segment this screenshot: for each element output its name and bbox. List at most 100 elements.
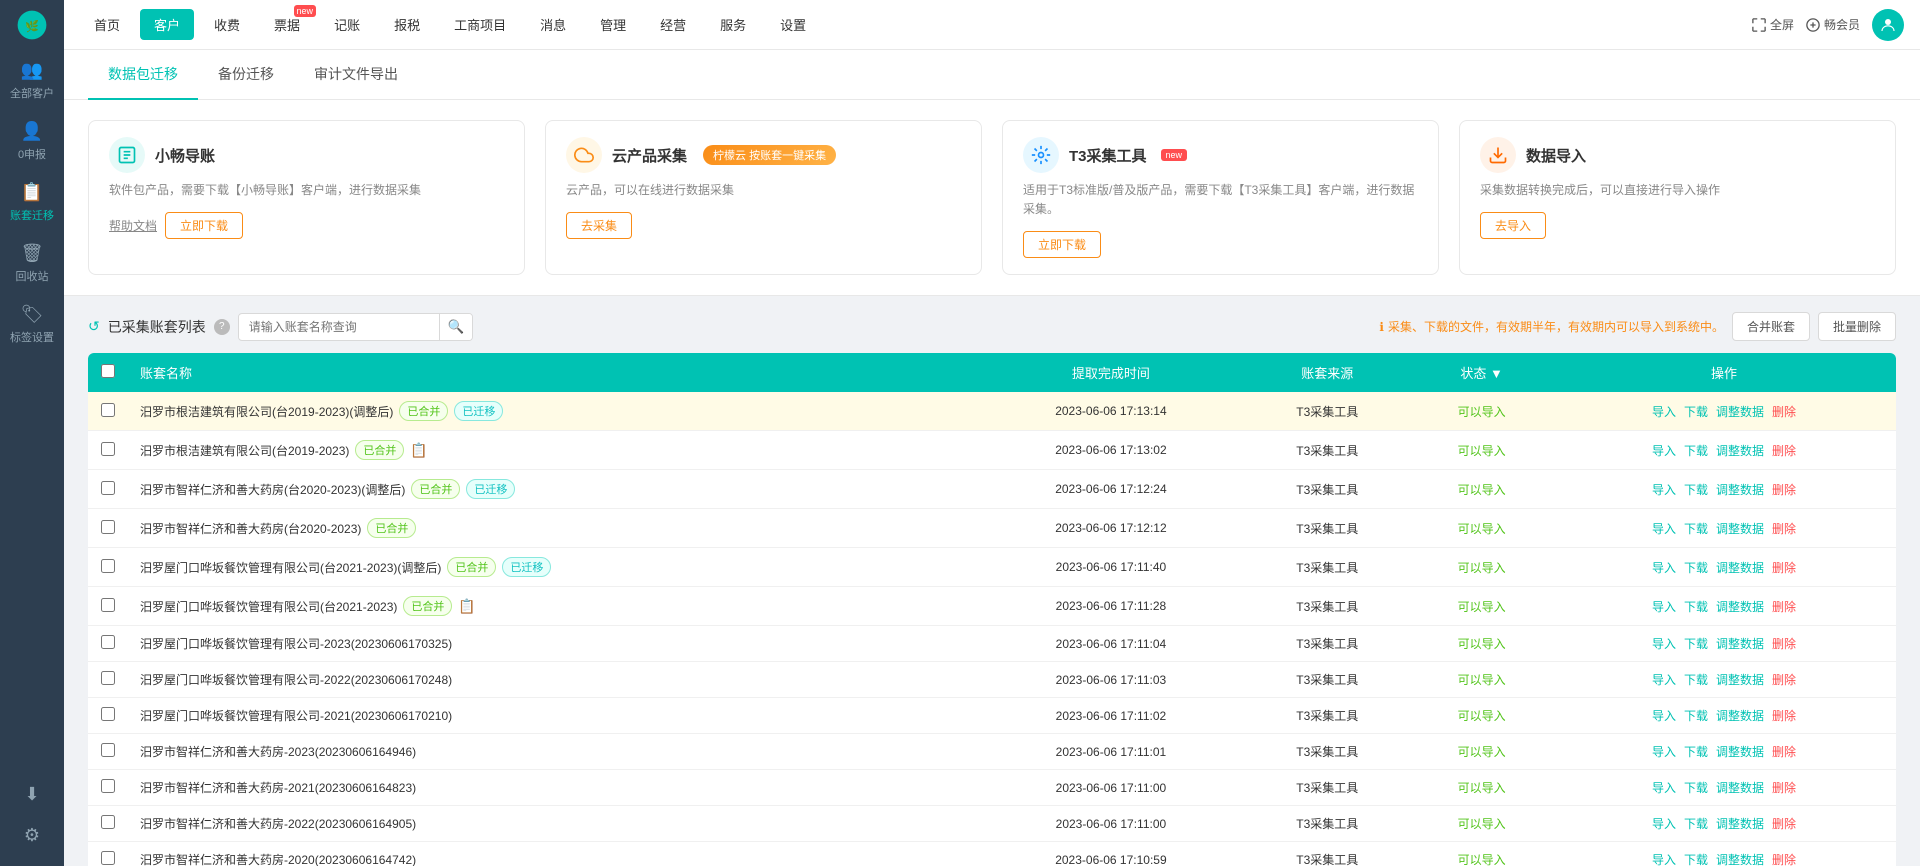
row-action-download[interactable]: 下载 [1684, 745, 1708, 759]
row-action-download[interactable]: 下载 [1684, 673, 1708, 687]
go-import-button[interactable]: 去导入 [1480, 212, 1546, 239]
row-action-delete[interactable]: 删除 [1772, 444, 1796, 458]
row-action-import[interactable]: 导入 [1652, 673, 1676, 687]
row-action-import[interactable]: 导入 [1652, 817, 1676, 831]
sidebar-item-zero-report[interactable]: 👤 0申报 [0, 111, 64, 172]
row-action-import[interactable]: 导入 [1652, 709, 1676, 723]
row-action-download[interactable]: 下载 [1684, 637, 1708, 651]
row-action-import[interactable]: 导入 [1652, 637, 1676, 651]
row-checkbox[interactable] [101, 403, 115, 417]
row-action-delete[interactable]: 删除 [1772, 781, 1796, 795]
nav-settings[interactable]: 设置 [766, 9, 820, 40]
nav-operations[interactable]: 经营 [646, 9, 700, 40]
row-checkbox[interactable] [101, 559, 115, 573]
refresh-button[interactable]: ↺ [88, 318, 100, 335]
row-action-delete[interactable]: 删除 [1772, 853, 1796, 866]
row-action-adjust[interactable]: 调整数据 [1716, 817, 1764, 831]
row-action-download[interactable]: 下载 [1684, 781, 1708, 795]
download-t3-button[interactable]: 立即下载 [1023, 231, 1101, 258]
nav-tax[interactable]: 报税 [380, 9, 434, 40]
sidebar-item-account-migration[interactable]: 📋 账套迁移 [0, 172, 64, 233]
row-checkbox[interactable] [101, 671, 115, 685]
member-btn[interactable]: 畅会员 [1806, 16, 1860, 33]
row-action-delete[interactable]: 删除 [1772, 522, 1796, 536]
row-action-delete[interactable]: 删除 [1772, 709, 1796, 723]
row-action-download[interactable]: 下载 [1684, 709, 1708, 723]
row-checkbox[interactable] [101, 743, 115, 757]
row-action-import[interactable]: 导入 [1652, 522, 1676, 536]
row-action-import[interactable]: 导入 [1652, 853, 1676, 866]
row-action-adjust[interactable]: 调整数据 [1716, 600, 1764, 614]
help-doc-link[interactable]: 帮助文档 [109, 217, 157, 234]
row-action-adjust[interactable]: 调整数据 [1716, 781, 1764, 795]
tab-audit-export[interactable]: 审计文件导出 [294, 50, 418, 100]
row-action-delete[interactable]: 删除 [1772, 405, 1796, 419]
row-checkbox[interactable] [101, 442, 115, 456]
row-action-download[interactable]: 下载 [1684, 853, 1708, 866]
row-action-adjust[interactable]: 调整数据 [1716, 673, 1764, 687]
sidebar-item-tag-settings[interactable]: 🏷 标签设置 [0, 294, 64, 355]
sidebar-user-settings[interactable]: ⚙ [0, 815, 64, 856]
row-action-adjust[interactable]: 调整数据 [1716, 637, 1764, 651]
row-action-download[interactable]: 下载 [1684, 817, 1708, 831]
row-file-icon[interactable]: 📋 [410, 442, 427, 459]
nav-billing[interactable]: 收费 [200, 9, 254, 40]
row-action-import[interactable]: 导入 [1652, 444, 1676, 458]
row-action-download[interactable]: 下载 [1684, 483, 1708, 497]
row-checkbox[interactable] [101, 598, 115, 612]
row-action-import[interactable]: 导入 [1652, 600, 1676, 614]
row-file-icon[interactable]: 📋 [458, 598, 475, 615]
merge-accounts-button[interactable]: 合并账套 [1732, 312, 1810, 341]
help-icon[interactable]: ? [214, 319, 230, 335]
row-checkbox[interactable] [101, 520, 115, 534]
row-action-adjust[interactable]: 调整数据 [1716, 853, 1764, 866]
nav-services[interactable]: 服务 [706, 9, 760, 40]
search-button[interactable]: 🔍 [439, 314, 473, 340]
nav-clients[interactable]: 客户 [140, 9, 194, 40]
row-action-download[interactable]: 下载 [1684, 600, 1708, 614]
nav-invoice[interactable]: 票据 new [260, 9, 314, 40]
row-checkbox[interactable] [101, 779, 115, 793]
nav-home[interactable]: 首页 [80, 9, 134, 40]
row-action-adjust[interactable]: 调整数据 [1716, 745, 1764, 759]
row-action-delete[interactable]: 删除 [1772, 745, 1796, 759]
sidebar-download[interactable]: ⬇ [0, 774, 64, 815]
go-collect-button[interactable]: 去采集 [566, 212, 632, 239]
row-action-adjust[interactable]: 调整数据 [1716, 444, 1764, 458]
nav-management[interactable]: 管理 [586, 9, 640, 40]
row-action-download[interactable]: 下载 [1684, 561, 1708, 575]
batch-delete-button[interactable]: 批量删除 [1818, 312, 1896, 341]
row-action-adjust[interactable]: 调整数据 [1716, 561, 1764, 575]
nav-messages[interactable]: 消息 [526, 9, 580, 40]
row-action-download[interactable]: 下载 [1684, 405, 1708, 419]
search-input[interactable] [239, 315, 439, 339]
row-action-adjust[interactable]: 调整数据 [1716, 522, 1764, 536]
row-checkbox[interactable] [101, 851, 115, 865]
row-action-adjust[interactable]: 调整数据 [1716, 483, 1764, 497]
row-action-delete[interactable]: 删除 [1772, 637, 1796, 651]
user-avatar[interactable] [1872, 9, 1904, 41]
row-checkbox[interactable] [101, 635, 115, 649]
row-action-adjust[interactable]: 调整数据 [1716, 405, 1764, 419]
sidebar-item-all-clients[interactable]: 👥 全部客户 [0, 50, 64, 111]
row-action-download[interactable]: 下载 [1684, 444, 1708, 458]
row-action-delete[interactable]: 删除 [1772, 483, 1796, 497]
row-action-import[interactable]: 导入 [1652, 561, 1676, 575]
row-action-import[interactable]: 导入 [1652, 745, 1676, 759]
row-action-download[interactable]: 下载 [1684, 522, 1708, 536]
row-action-delete[interactable]: 删除 [1772, 673, 1796, 687]
nav-bookkeeping[interactable]: 记账 [320, 9, 374, 40]
row-action-delete[interactable]: 删除 [1772, 817, 1796, 831]
nav-business[interactable]: 工商项目 [440, 9, 520, 40]
select-all-checkbox[interactable] [101, 364, 115, 378]
row-action-import[interactable]: 导入 [1652, 781, 1676, 795]
row-checkbox[interactable] [101, 815, 115, 829]
col-status[interactable]: 状态 ▼ [1411, 353, 1552, 392]
row-action-import[interactable]: 导入 [1652, 483, 1676, 497]
row-action-adjust[interactable]: 调整数据 [1716, 709, 1764, 723]
download-now-button[interactable]: 立即下载 [165, 212, 243, 239]
tab-backup-migration[interactable]: 备份迁移 [198, 50, 294, 100]
row-action-import[interactable]: 导入 [1652, 405, 1676, 419]
sidebar-item-recycle[interactable]: 🗑 回收站 [0, 233, 64, 294]
tab-data-migration[interactable]: 数据包迁移 [88, 50, 198, 100]
